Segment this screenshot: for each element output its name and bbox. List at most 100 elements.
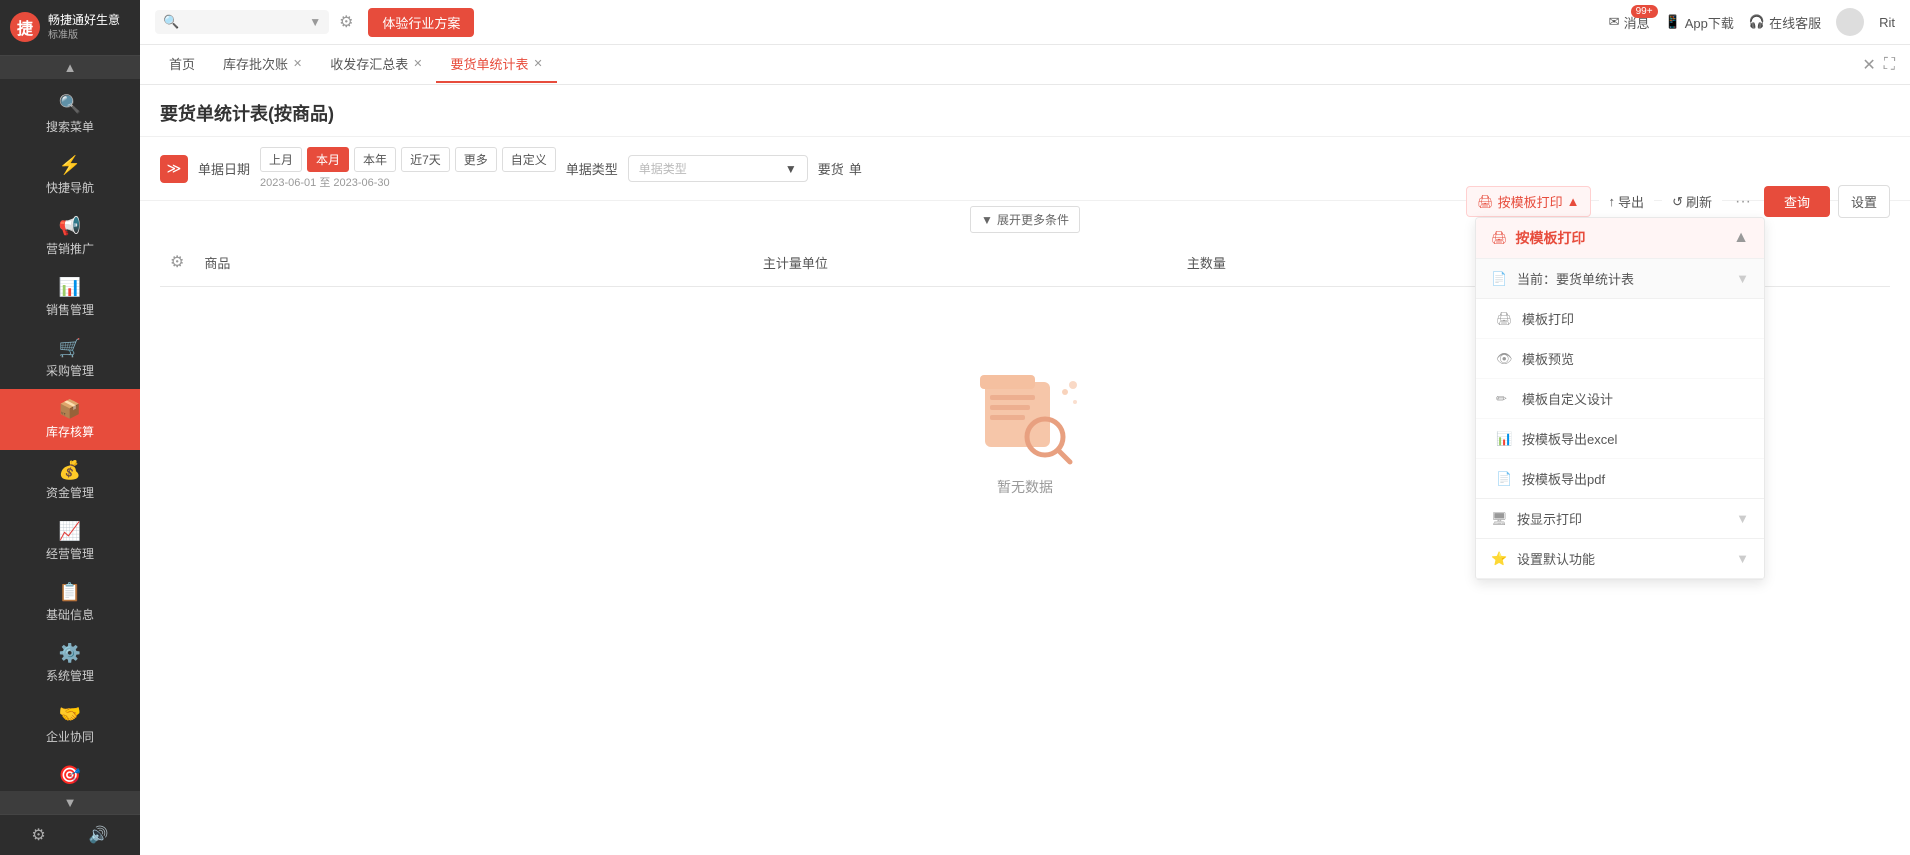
tab-home[interactable]: 首页 xyxy=(155,46,209,83)
sidebar-item-basic[interactable]: 📋 基础信息 xyxy=(0,572,140,633)
more-options-icon[interactable]: ··· xyxy=(1730,188,1756,216)
collab-icon: 🤝 xyxy=(59,704,81,725)
order-type-placeholder: 单据类型 xyxy=(639,160,687,177)
print-dropdown-menu: 🖨 按模板打印 ▲ 📄 当前：要货单统计表 ▼ 🖨 模板打印 👁 模板预览 xyxy=(1475,217,1765,580)
settings-button[interactable]: 设置 xyxy=(1838,185,1890,218)
sidebar-item-quick-nav[interactable]: ⚡ 快捷导航 xyxy=(0,145,140,206)
sales-icon: 📊 xyxy=(59,277,81,298)
date-btn-last-month[interactable]: 上月 xyxy=(260,147,302,172)
yaohuodan-label2: 单 xyxy=(849,159,862,178)
template-pdf-item[interactable]: 📄 按模板导出pdf xyxy=(1476,459,1764,499)
display-print-section[interactable]: 🖥 按显示打印 ▼ xyxy=(1476,499,1764,539)
page-title: 要货单统计表(按商品) xyxy=(160,100,1890,126)
yaohuodan-filter: 要货 单 xyxy=(818,159,867,178)
print-icon: 🖨 xyxy=(1477,194,1494,210)
sidebar-item-inventory[interactable]: 📦 库存核算 xyxy=(0,389,140,450)
main-area: 🔍 ▼ ⚙ 体验行业方案 ✉ 消息 99+ 📱 App下载 🎧 在线客服 Rit xyxy=(140,0,1910,855)
template-excel-icon: 📊 xyxy=(1496,431,1512,447)
avatar xyxy=(1836,8,1864,36)
header-search-box[interactable]: 🔍 ▼ xyxy=(155,10,329,34)
date-btn-custom[interactable]: 自定义 xyxy=(502,147,556,172)
table-settings-icon[interactable]: ⚙ xyxy=(160,244,194,280)
print-template-button[interactable]: 🖨 按模板打印 ▲ xyxy=(1466,186,1590,217)
th-product: 商品 xyxy=(194,245,753,280)
date-btn-this-year[interactable]: 本年 xyxy=(354,147,396,172)
header-gear-icon[interactable]: ⚙ xyxy=(339,12,353,32)
app-logo: 捷 畅捷通好生意 标准版 xyxy=(0,0,140,56)
default-function-icon: ⭐ xyxy=(1491,551,1507,567)
template-excel-item[interactable]: 📊 按模板导出excel xyxy=(1476,419,1764,459)
print-dropdown-arrow[interactable]: ▲ xyxy=(1567,194,1580,209)
basic-icon: 📋 xyxy=(59,582,81,603)
guide-icon: 🎯 xyxy=(59,765,81,786)
trial-button[interactable]: 体验行业方案 xyxy=(368,8,474,37)
app-download-button[interactable]: 📱 App下载 xyxy=(1665,13,1734,32)
sidebar-item-guide[interactable]: 🎯 新手引导 xyxy=(0,755,140,791)
display-print-arrow: ▼ xyxy=(1736,511,1749,526)
search-icon: 🔍 xyxy=(163,14,179,30)
logo-text: 畅捷通好生意 标准版 xyxy=(48,12,120,43)
sidebar-item-marketing[interactable]: 📢 营销推广 xyxy=(0,206,140,267)
search-input[interactable] xyxy=(184,15,304,29)
no-data-container: 暂无数据 xyxy=(965,367,1085,497)
tab-close-all-icon[interactable]: ✕ xyxy=(1862,55,1875,75)
top-header: 🔍 ▼ ⚙ 体验行业方案 ✉ 消息 99+ 📱 App下载 🎧 在线客服 Rit xyxy=(140,0,1910,45)
tab-receivable-summary[interactable]: 收发存汇总表 ✕ xyxy=(316,46,436,83)
current-template-arrow: ▼ xyxy=(1736,271,1749,286)
sidebar-audio-icon[interactable]: 🔊 xyxy=(89,825,109,845)
operation-icon: 📈 xyxy=(59,521,81,542)
tab-close-receivable-summary[interactable]: ✕ xyxy=(413,57,422,70)
tab-close-order-stats[interactable]: ✕ xyxy=(534,57,543,70)
toolbar-right: 🖨 按模板打印 ▲ ↑ 导出 ↺ 刷新 ··· 查询 设置 xyxy=(1466,185,1890,218)
sidebar-item-collab[interactable]: 🤝 企业协同 xyxy=(0,694,140,755)
export-button[interactable]: ↑ 导出 xyxy=(1599,187,1655,216)
template-print-icon: 🖨 xyxy=(1496,311,1512,327)
quick-nav-icon: ⚡ xyxy=(59,155,81,176)
default-function-section[interactable]: ⭐ 设置默认功能 ▼ xyxy=(1476,539,1764,579)
sidebar-nav: 🔍 搜索菜单 ⚡ 快捷导航 📢 营销推广 📊 销售管理 🛒 采购管理 📦 库存核… xyxy=(0,79,140,791)
date-quick-buttons: 上月 本月 本年 近7天 更多 自定义 xyxy=(260,147,556,172)
export-icon: ↑ xyxy=(1609,194,1616,209)
query-button[interactable]: 查询 xyxy=(1764,186,1830,217)
date-btn-this-month[interactable]: 本月 xyxy=(307,147,349,172)
template-pdf-icon: 📄 xyxy=(1496,471,1512,487)
current-template-icon: 📄 xyxy=(1491,271,1507,287)
tab-inventory-batch[interactable]: 库存批次账 ✕ xyxy=(209,46,316,83)
date-btn-7days[interactable]: 近7天 xyxy=(401,147,450,172)
dropdown-header-left: 🖨 按模板打印 xyxy=(1491,228,1586,248)
th-qty: 主数量 xyxy=(1177,245,1466,280)
sidebar-item-operation[interactable]: 📈 经营管理 xyxy=(0,511,140,572)
message-button[interactable]: ✉ 消息 99+ xyxy=(1609,13,1650,32)
sidebar-item-search[interactable]: 🔍 搜索菜单 xyxy=(0,84,140,145)
finance-icon: 💰 xyxy=(59,460,81,481)
sidebar-item-sales[interactable]: 📊 销售管理 xyxy=(0,267,140,328)
dropdown-close-icon[interactable]: ▲ xyxy=(1733,229,1749,247)
page-header: 要货单统计表(按商品) xyxy=(140,85,1910,137)
refresh-button[interactable]: ↺ 刷新 xyxy=(1662,187,1722,216)
tab-close-inventory-batch[interactable]: ✕ xyxy=(293,57,302,70)
sidebar-settings-icon[interactable]: ⚙ xyxy=(31,825,45,845)
sidebar-item-system[interactable]: ⚙️ 系统管理 xyxy=(0,633,140,694)
sidebar: 捷 畅捷通好生意 标准版 ▲ 🔍 搜索菜单 ⚡ 快捷导航 📢 营销推广 📊 销售… xyxy=(0,0,140,855)
current-template-item[interactable]: 📄 当前：要货单统计表 ▼ xyxy=(1476,259,1764,299)
search-dropdown-icon[interactable]: ▼ xyxy=(309,15,321,29)
sidebar-scroll-up[interactable]: ▲ xyxy=(0,56,140,79)
tab-maximize-icon[interactable]: ⛶ xyxy=(1884,56,1895,74)
expand-more-button[interactable]: ▼ 展开更多条件 xyxy=(970,206,1080,233)
template-custom-item[interactable]: ✏ 模板自定义设计 xyxy=(1476,379,1764,419)
date-btn-more[interactable]: 更多 xyxy=(455,147,497,172)
yaohuodan-label: 要货 xyxy=(818,159,844,178)
template-print-item[interactable]: 🖨 模板打印 xyxy=(1476,299,1764,339)
sidebar-scroll-down[interactable]: ▼ xyxy=(0,791,140,814)
sidebar-item-finance[interactable]: 💰 资金管理 xyxy=(0,450,140,511)
no-data-text: 暂无数据 xyxy=(997,477,1053,497)
purchase-icon: 🛒 xyxy=(59,338,81,359)
filter-expand-button[interactable]: ≫ xyxy=(160,155,188,183)
order-type-label: 单据类型 xyxy=(566,159,618,178)
sidebar-item-purchase[interactable]: 🛒 采购管理 xyxy=(0,328,140,389)
tab-order-stats[interactable]: 要货单统计表 ✕ xyxy=(436,46,556,83)
order-type-select[interactable]: 单据类型 ▼ xyxy=(628,155,808,182)
template-preview-item[interactable]: 👁 模板预览 xyxy=(1476,339,1764,379)
online-service-button[interactable]: 🎧 在线客服 xyxy=(1749,13,1821,32)
system-icon: ⚙️ xyxy=(59,643,81,664)
